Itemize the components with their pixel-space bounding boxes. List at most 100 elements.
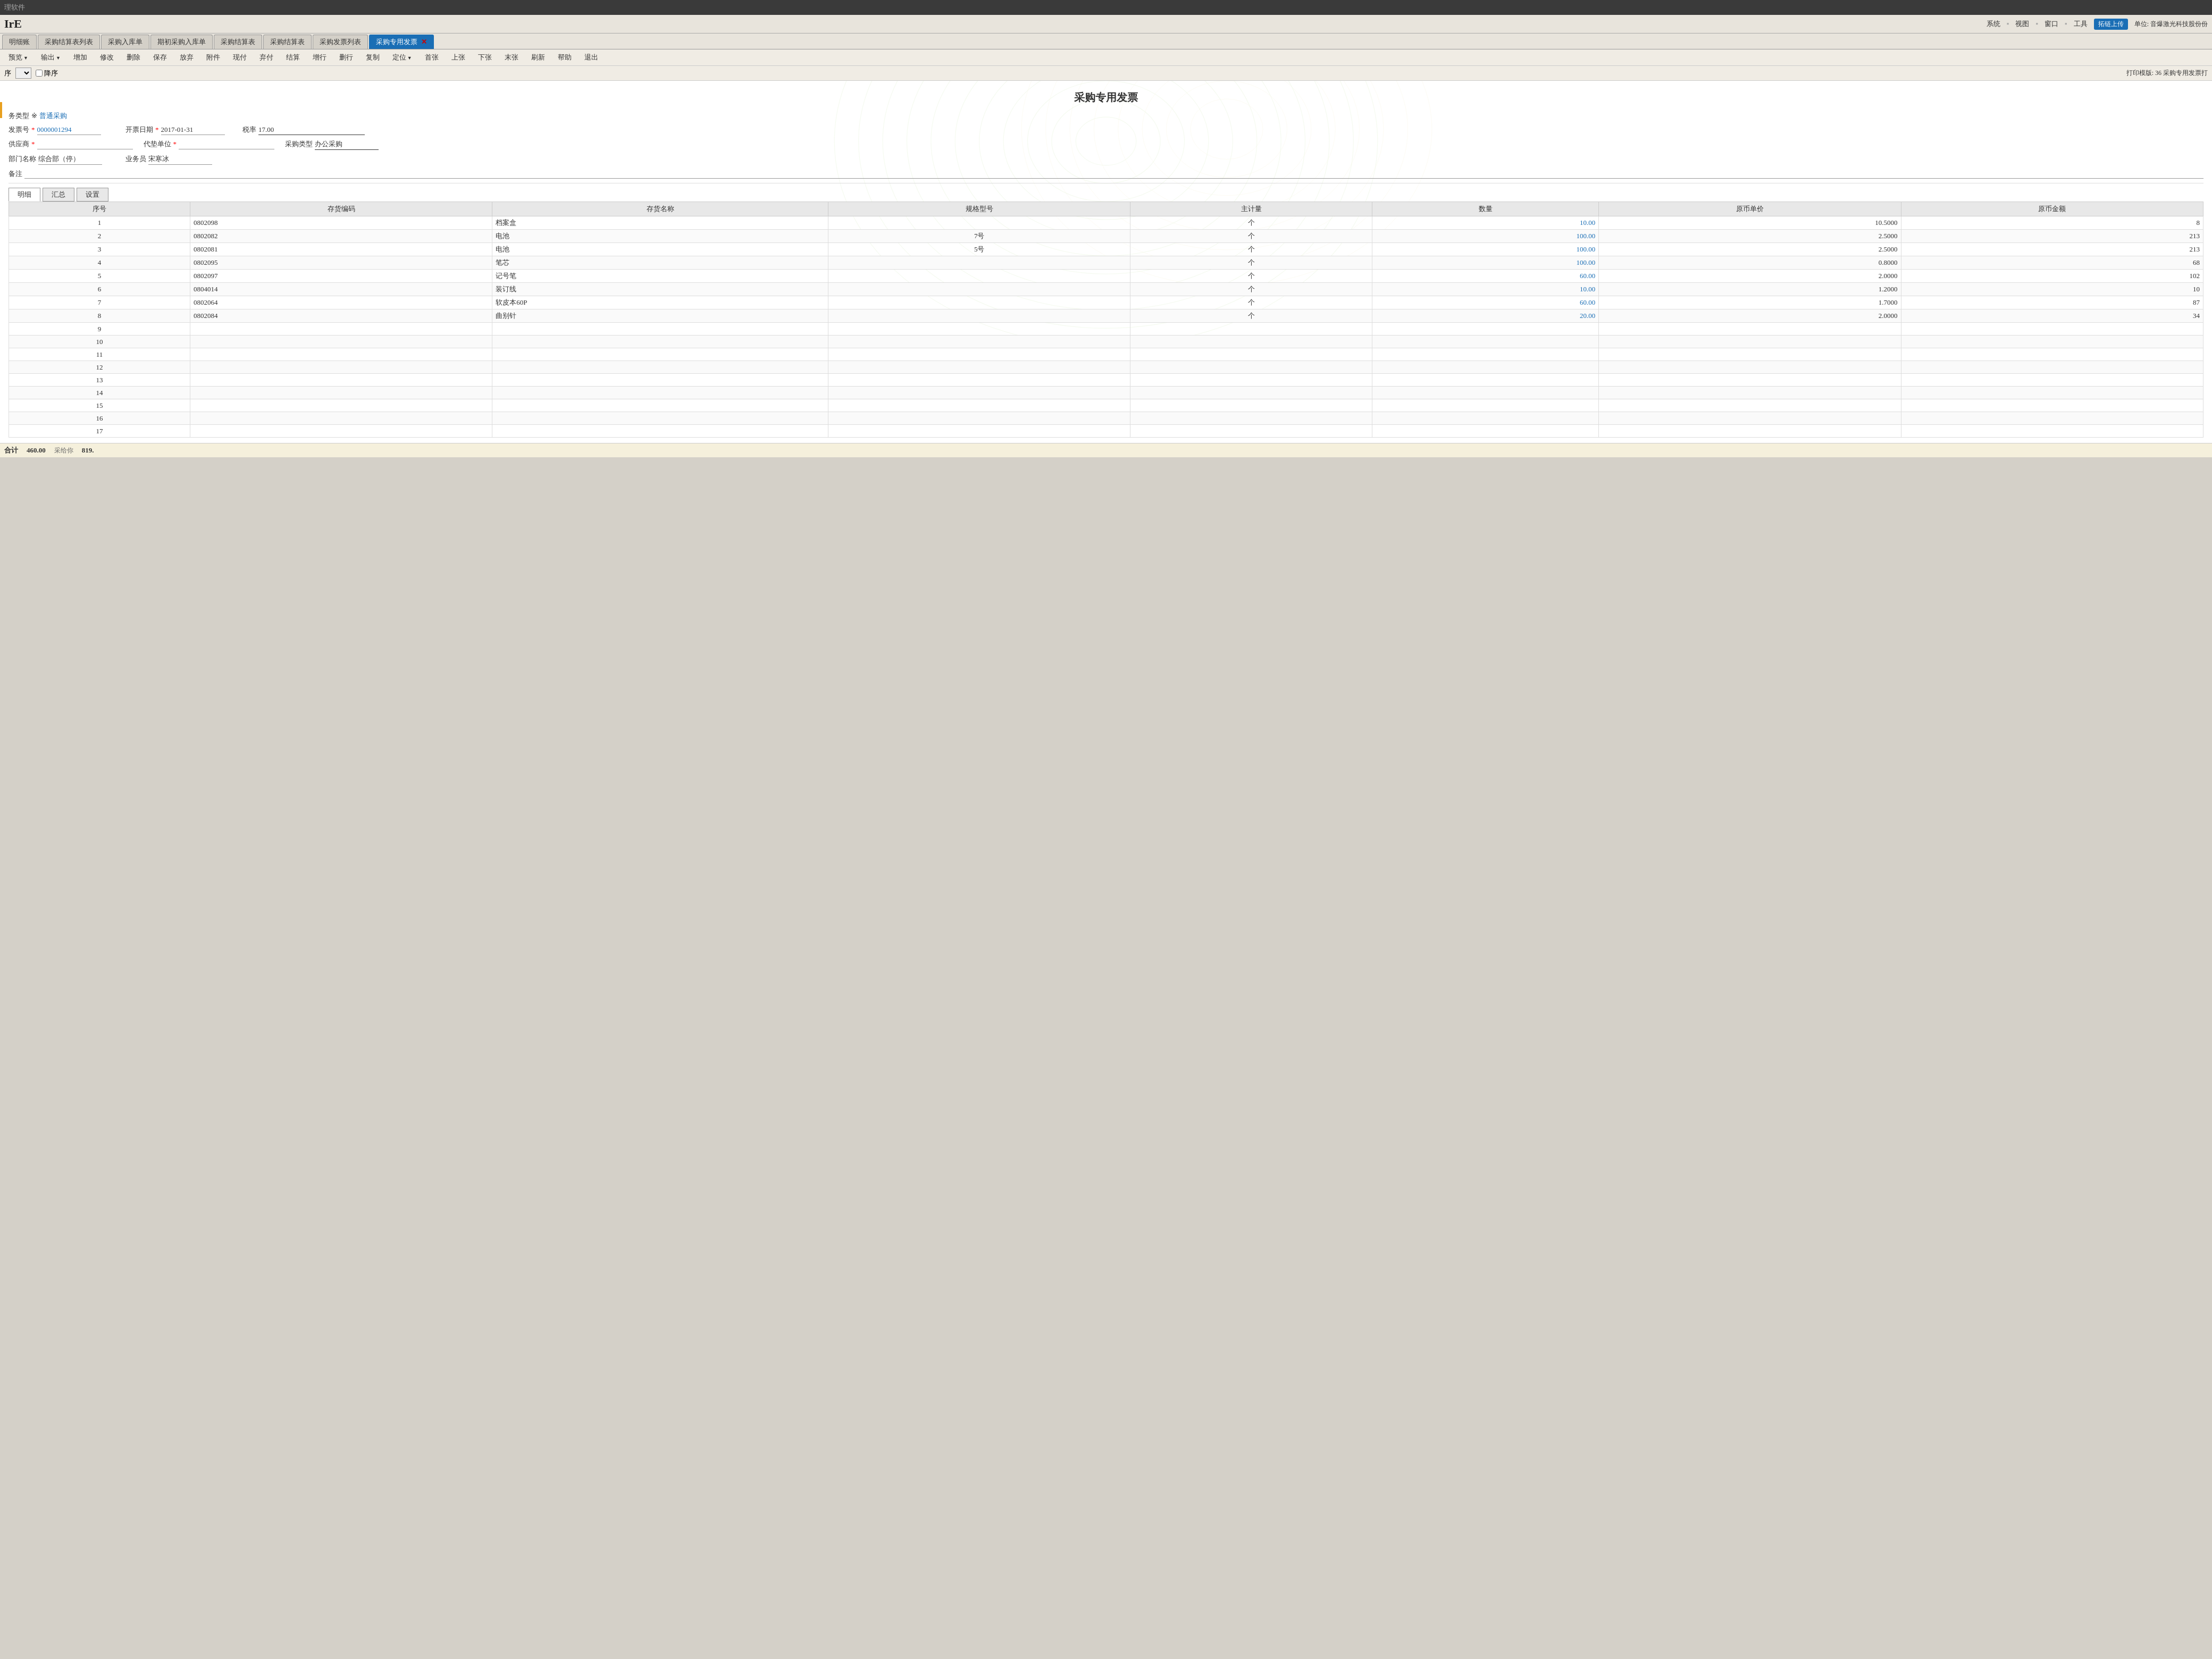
cell-name: 软皮本60P <box>492 296 828 309</box>
del-row-button[interactable]: 删行 <box>335 52 357 63</box>
help-button[interactable]: 帮助 <box>554 52 576 63</box>
cell-name: 曲别针 <box>492 309 828 323</box>
cell-code <box>190 399 492 412</box>
cell-code: 0802097 <box>190 270 492 283</box>
table-row[interactable]: 4 0802095 笔芯 个 100.00 0.8000 68 <box>9 256 2203 270</box>
menu-system[interactable]: 系统 <box>1987 19 2000 29</box>
cell-spec <box>828 256 1130 270</box>
prev-button[interactable]: 上张 <box>447 52 470 63</box>
table-row[interactable]: 7 0802064 软皮本60P 个 60.00 1.7000 87 <box>9 296 2203 309</box>
edit-button[interactable]: 修改 <box>96 52 118 63</box>
table-row[interactable]: 12 <box>9 361 2203 374</box>
purchase-type-value: 办公采购 <box>315 139 379 150</box>
purchase-type-group: 采购类型 办公采购 <box>285 139 391 150</box>
invoice-date-required: * <box>155 125 159 134</box>
cell-name <box>492 425 828 438</box>
table-row[interactable]: 16 <box>9 412 2203 425</box>
preview-button[interactable]: 预览 <box>4 52 32 63</box>
table-row[interactable]: 11 <box>9 348 2203 361</box>
cell-price <box>1599 374 1901 387</box>
table-row[interactable]: 17 <box>9 425 2203 438</box>
table-row[interactable]: 13 <box>9 374 2203 387</box>
dept-value: 综合部（停） <box>38 154 102 165</box>
sort-label: 序 <box>4 69 11 78</box>
summary-label: 合计 <box>4 446 18 455</box>
unpay-button[interactable]: 弃付 <box>255 52 278 63</box>
menu-view[interactable]: 视图 <box>2015 19 2029 29</box>
cell-qty: 10.00 <box>1372 216 1598 230</box>
remark-value[interactable] <box>24 169 2203 179</box>
exit-button[interactable]: 退出 <box>580 52 602 63</box>
tax-rate-value: 17.00 <box>258 125 365 135</box>
table-row[interactable]: 3 0802081 电池 5号 个 100.00 2.5000 213 <box>9 243 2203 256</box>
cell-amount: 87 <box>1901 296 2203 309</box>
tab-summary[interactable]: 汇总 <box>43 188 74 202</box>
cell-code <box>190 387 492 399</box>
tab-invoice-list[interactable]: 采购发票列表 <box>313 35 368 49</box>
top-right-menu: 系统 ▪ 视图 ▪ 窗口 ▪ 工具 拓链上传 单位: 音爆激光科技股份份 <box>1987 19 2208 30</box>
table-row[interactable]: 5 0802097 记号笔 个 60.00 2.0000 102 <box>9 270 2203 283</box>
tab-special-invoice[interactable]: 采购专用发票 ✕ <box>369 35 434 49</box>
cell-no: 3 <box>9 243 190 256</box>
table-row[interactable]: 10 <box>9 336 2203 348</box>
save-button[interactable]: 保存 <box>149 52 171 63</box>
agent-unit-group: 代垫单位 * <box>144 139 275 149</box>
settle-button[interactable]: 结算 <box>282 52 304 63</box>
cell-unit <box>1130 425 1372 438</box>
tab-purchase-settlement[interactable]: 采购结算表 <box>214 35 262 49</box>
table-row[interactable]: 15 <box>9 399 2203 412</box>
last-button[interactable]: 末张 <box>500 52 523 63</box>
title-bar: 理软件 <box>0 0 2212 15</box>
salesman-label: 业务员 <box>125 154 146 164</box>
tab-purchase-settlement2[interactable]: 采购结算表 <box>263 35 312 49</box>
cell-amount <box>1901 387 2203 399</box>
supplier-value[interactable] <box>37 140 133 149</box>
table-row[interactable]: 1 0802098 档案盒 个 10.00 10.5000 8 <box>9 216 2203 230</box>
cell-code <box>190 323 492 336</box>
table-row[interactable]: 9 <box>9 323 2203 336</box>
menu-tools[interactable]: 工具 <box>2074 19 2088 29</box>
tab-purchase-receipt[interactable]: 采购入库单 <box>101 35 149 49</box>
table-row[interactable]: 2 0802082 电池 7号 个 100.00 2.5000 213 <box>9 230 2203 243</box>
locate-button[interactable]: 定位 <box>388 52 416 63</box>
descend-label[interactable]: 降序 <box>36 69 58 78</box>
refresh-button[interactable]: 刷新 <box>527 52 549 63</box>
table-row[interactable]: 14 <box>9 387 2203 399</box>
cell-name: 档案盒 <box>492 216 828 230</box>
sort-select[interactable] <box>15 68 31 79</box>
pay-button[interactable]: 现付 <box>229 52 251 63</box>
cell-no: 14 <box>9 387 190 399</box>
menu-window[interactable]: 窗口 <box>2045 19 2058 29</box>
tab-close-icon[interactable]: ✕ <box>421 38 427 46</box>
first-button[interactable]: 首张 <box>421 52 443 63</box>
cell-code: 0804014 <box>190 283 492 296</box>
upload-button[interactable]: 拓链上传 <box>2094 19 2128 30</box>
main-content: 采购专用发票 务类型 ※ 普通采购 发票号 * 0000001294 开票日期 … <box>0 81 2212 443</box>
add-button[interactable]: 增加 <box>69 52 91 63</box>
tab-settings[interactable]: 设置 <box>77 188 108 202</box>
cell-code <box>190 336 492 348</box>
tab-purchase-settlement-list[interactable]: 采购结算表列表 <box>38 35 100 49</box>
table-row[interactable]: 6 0804014 装订线 个 10.00 1.2000 10 <box>9 283 2203 296</box>
tab-ledger[interactable]: 明细账 <box>2 35 37 49</box>
unit-info: 单位: 音爆激光科技股份份 <box>2134 20 2208 29</box>
descend-checkbox[interactable] <box>36 70 43 77</box>
next-button[interactable]: 下张 <box>474 52 496 63</box>
cell-name: 电池 <box>492 243 828 256</box>
discard-button[interactable]: 放弃 <box>175 52 198 63</box>
table-row[interactable]: 8 0802084 曲别针 个 20.00 2.0000 34 <box>9 309 2203 323</box>
tab-initial-purchase[interactable]: 期初采购入库单 <box>150 35 213 49</box>
cell-code: 0802064 <box>190 296 492 309</box>
attachment-button[interactable]: 附件 <box>202 52 224 63</box>
tab-detail[interactable]: 明细 <box>9 188 40 202</box>
agent-unit-value[interactable] <box>179 140 274 149</box>
invoice-no-label: 发票号 <box>9 125 29 135</box>
business-type-label: 务类型 <box>9 111 29 121</box>
cell-no: 16 <box>9 412 190 425</box>
copy-button[interactable]: 复制 <box>362 52 384 63</box>
col-price: 原币单价 <box>1599 202 1901 216</box>
delete-button[interactable]: 删除 <box>122 52 145 63</box>
export-button[interactable]: 输出 <box>37 52 65 63</box>
add-row-button[interactable]: 增行 <box>308 52 331 63</box>
cell-unit <box>1130 374 1372 387</box>
